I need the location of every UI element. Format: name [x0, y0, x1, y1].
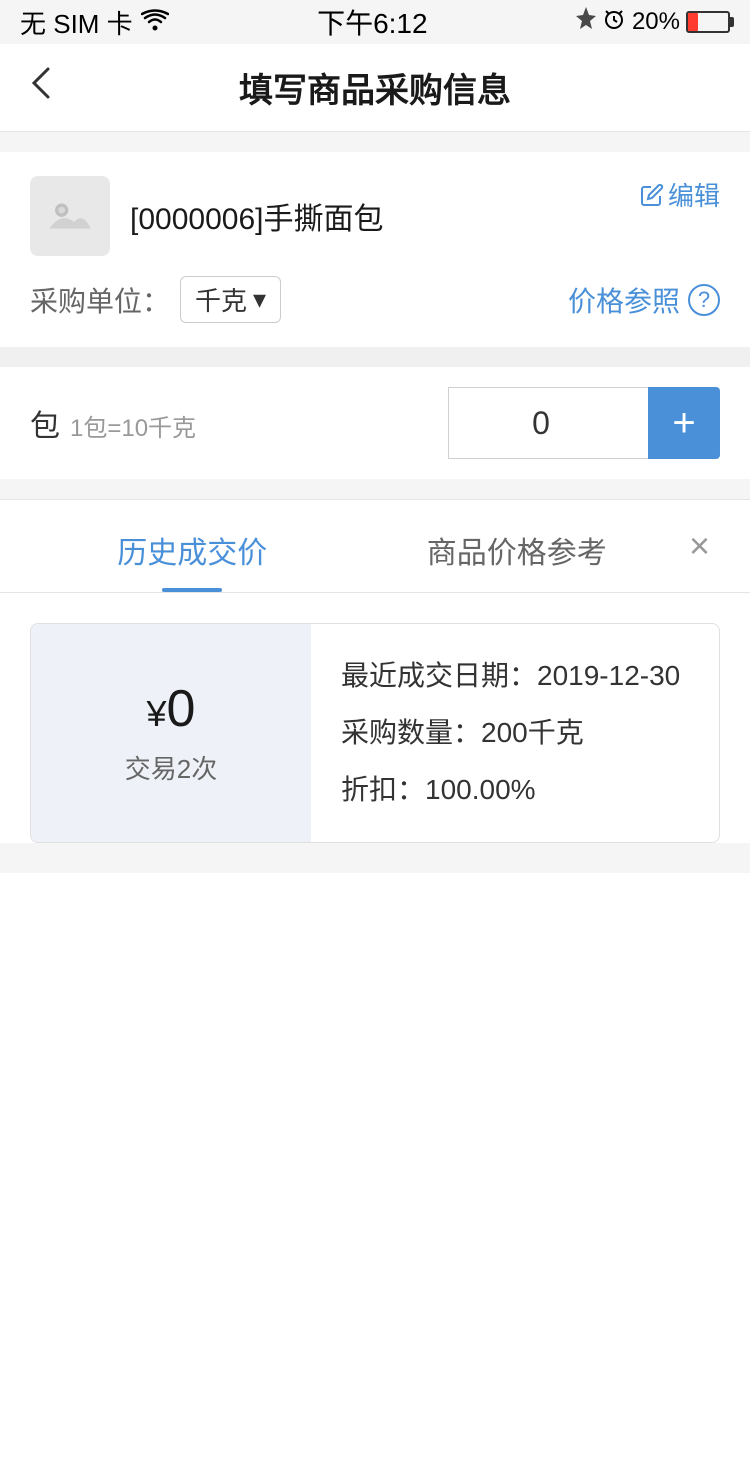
unit-select[interactable]: 千克 ▾ [180, 276, 281, 323]
status-left: 无 SIM 卡 [20, 4, 169, 41]
quantity-conversion: 1包=10千克 [70, 408, 196, 443]
carrier-text: 无 SIM 卡 [20, 4, 133, 41]
battery-icon [686, 11, 730, 33]
status-time: 下午6:12 [317, 2, 428, 42]
gps-icon [576, 7, 596, 38]
quantity-plus-button[interactable]: + [648, 387, 720, 459]
product-card: [0000006]手撕面包 编辑 采购单位： 千克 ▾ 价格参照 ? [0, 152, 750, 347]
product-name: [0000006]手撕面包 [130, 203, 383, 236]
status-right: 20% [576, 7, 730, 38]
price-right-panel: 最近成交日期：2019-12-30 采购数量：200千克 折扣：100.00% [311, 624, 719, 842]
quantity-label: 包 1包=10千克 [30, 401, 196, 445]
page-rest [0, 873, 750, 1473]
unit-label: 采购单位： [30, 280, 170, 320]
product-header: [0000006]手撕面包 编辑 [30, 176, 720, 256]
tab-price-reference[interactable]: 商品价格参考 [354, 500, 678, 592]
product-info-row: [0000006]手撕面包 [30, 176, 383, 256]
battery-percent: 20% [632, 8, 680, 36]
tab-history-price[interactable]: 历史成交价 [30, 500, 354, 592]
quantity-row: 包 1包=10千克 + [0, 367, 750, 479]
section-divider [0, 347, 750, 367]
help-icon: ? [688, 284, 720, 316]
recent-date-row: 最近成交日期：2019-12-30 [341, 656, 689, 695]
alarm-icon [602, 7, 626, 38]
price-trades: 交易2次 [125, 749, 217, 786]
discount-row: 折扣：100.00% [341, 770, 689, 809]
chevron-down-icon: ▾ [253, 284, 266, 315]
price-reference-button[interactable]: 价格参照 ? [568, 280, 720, 320]
purchase-qty-row: 采购数量：200千克 [341, 713, 689, 752]
price-card: ¥0 交易2次 最近成交日期：2019-12-30 采购数量：200千克 折扣：… [30, 623, 720, 843]
edit-button[interactable]: 编辑 [640, 176, 720, 213]
quantity-input[interactable] [448, 387, 648, 459]
status-bar: 无 SIM 卡 下午6:12 20% [0, 0, 750, 44]
unit-row: 采购单位： 千克 ▾ 价格参照 ? [30, 276, 720, 323]
page-title: 填写商品采购信息 [239, 63, 511, 112]
price-left-panel: ¥0 交易2次 [31, 624, 311, 842]
tabs-header: 历史成交价 商品价格参考 × [0, 500, 750, 593]
price-amount: ¥0 [147, 679, 196, 739]
tabs-container: 历史成交价 商品价格参考 × ¥0 交易2次 最近成交日期：2019-12-30… [0, 499, 750, 843]
quantity-input-wrap: + [448, 387, 720, 459]
close-tabs-button[interactable]: × [679, 515, 720, 577]
wifi-icon [141, 7, 169, 38]
quantity-unit: 包 [30, 401, 60, 445]
product-name-wrap: [0000006]手撕面包 [130, 194, 383, 238]
product-thumbnail [30, 176, 110, 256]
nav-bar: 填写商品采购信息 [0, 44, 750, 132]
back-button[interactable] [30, 55, 62, 120]
